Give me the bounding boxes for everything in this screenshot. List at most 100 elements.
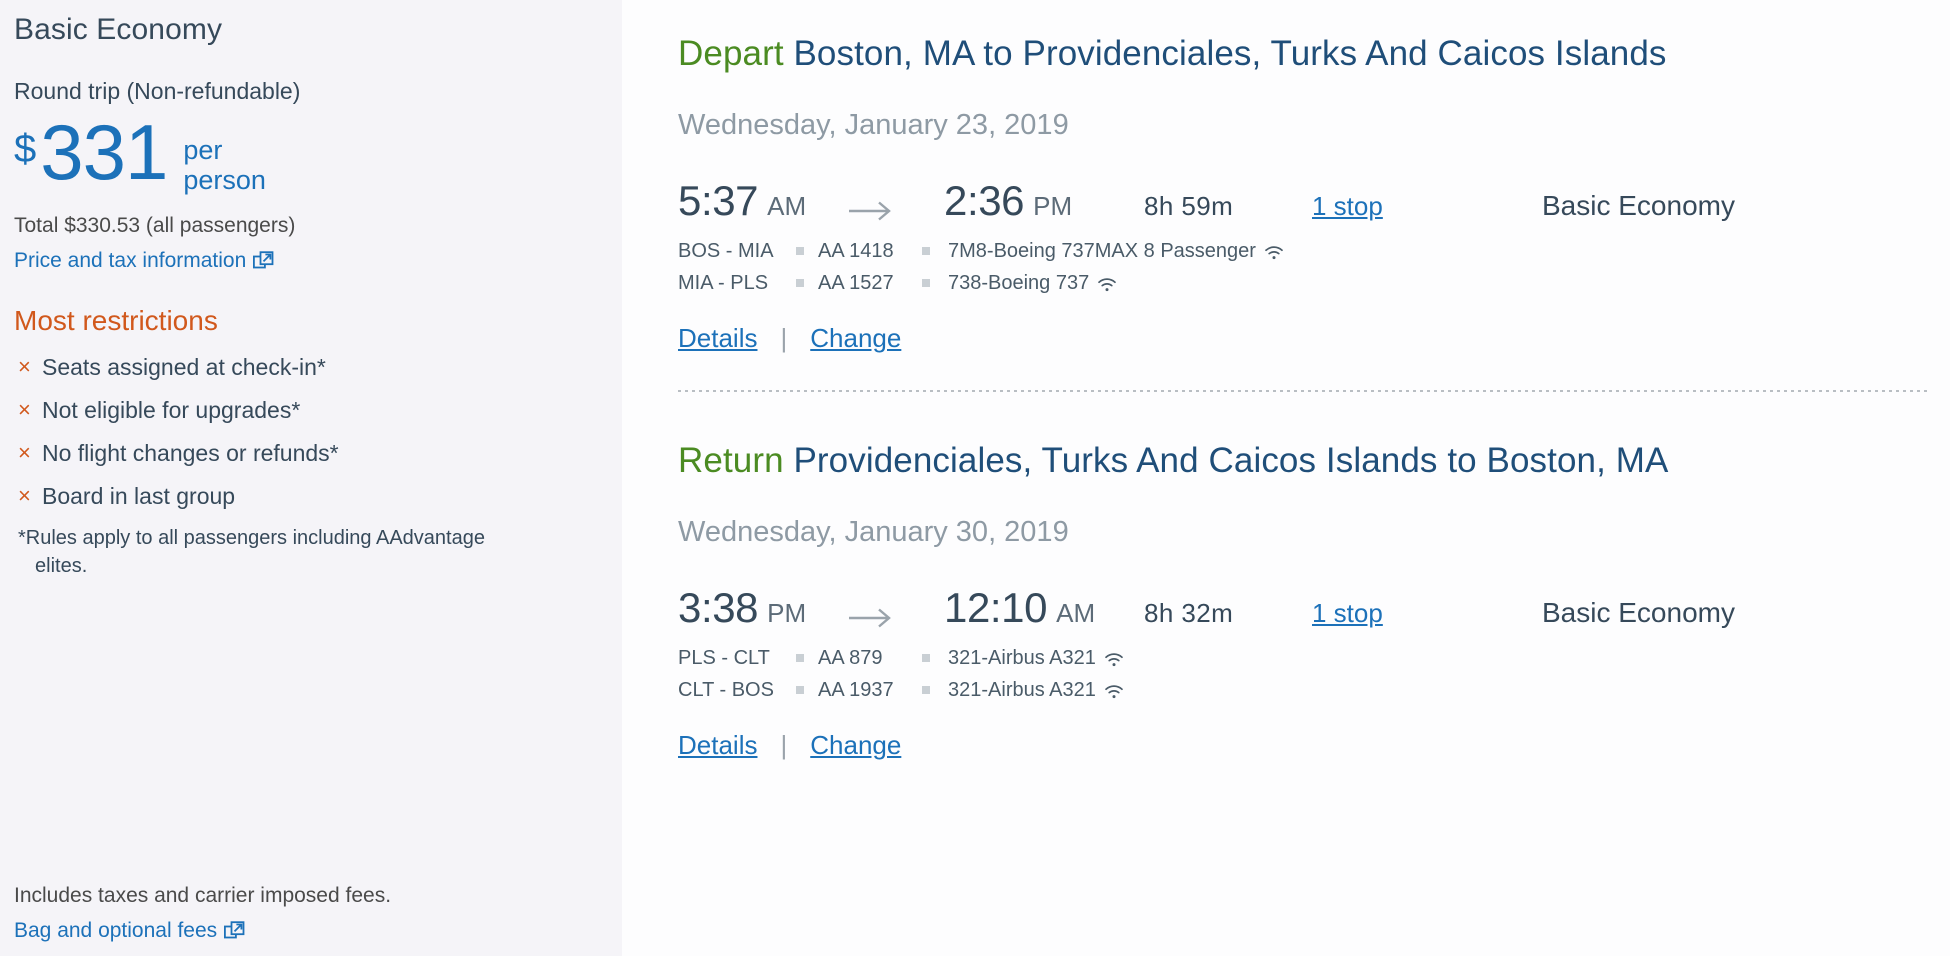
stops-cell: 1 stop <box>1312 191 1542 221</box>
arrival-time: 12:10 AM <box>944 585 1144 631</box>
price-unit: per person <box>183 111 266 195</box>
leg-date: Wednesday, January 30, 2019 <box>678 516 1069 549</box>
leg-direction: Return <box>678 441 784 481</box>
segment-route: MIA - PLS <box>678 272 769 295</box>
price-unit-line1: per <box>183 135 223 165</box>
taxes-included-note: Includes taxes and carrier imposed fees. <box>14 884 392 907</box>
segment-equipment: 321-Airbus A321 <box>948 679 1096 702</box>
change-link[interactable]: Change <box>810 322 901 354</box>
wifi-icon <box>1104 685 1124 700</box>
stops-cell: 1 stop <box>1312 598 1542 628</box>
action-divider: | <box>780 730 788 761</box>
flight-duration: 8h 32m <box>1144 598 1234 629</box>
departure-time: 3:38 PM <box>678 584 806 632</box>
arrival-time-value: 2:36 <box>944 177 1025 225</box>
trip-type: Round trip (Non-refundable) <box>14 78 301 104</box>
segment-row: CLT - BOS AA 1937 321-Airbus A321 <box>678 675 1930 705</box>
segment-row: MIA - PLS AA 1527 738-Boeing 737 <box>678 268 1930 298</box>
leg-direction: Depart <box>678 34 784 74</box>
restriction-item: × Not eligible for upgrades* <box>14 396 608 424</box>
currency-symbol: $ <box>14 127 37 171</box>
itinerary-leg-return: Return Providenciales, Turks And Caicos … <box>678 436 1930 761</box>
x-mark-icon: × <box>18 397 31 422</box>
fare-name: Basic Economy <box>14 13 223 46</box>
leg-summary-row: 3:38 PM 12:10 AM 8h 32m 1 stop Basic Eco… <box>678 585 1930 631</box>
segment-flight-number: AA 1418 <box>818 240 894 263</box>
restriction-item: × Seats assigned at check-in* <box>14 353 608 381</box>
bag-and-optional-fees-label: Bag and optional fees <box>14 919 218 942</box>
restriction-label: Not eligible for upgrades* <box>42 397 301 423</box>
restriction-label: Board in last group <box>42 483 236 509</box>
x-mark-icon: × <box>18 354 31 379</box>
arrival-time-value: 12:10 <box>944 584 1048 632</box>
restrictions-footnote-line1: *Rules apply to all passengers including… <box>18 527 485 549</box>
price-and-tax-information-link[interactable]: Price and tax information <box>14 248 274 274</box>
segment-equipment: 738-Boeing 737 <box>948 272 1090 295</box>
flight-summary-page: Basic Economy Round trip (Non-refundable… <box>0 0 1950 956</box>
wifi-icon <box>1097 277 1117 293</box>
segment-equipment: 7M8-Boeing 737MAX 8 Passenger <box>948 240 1256 263</box>
segment-separator <box>796 686 804 695</box>
itinerary-panel: Depart Boston, MA to Providenciales, Tur… <box>622 0 1950 956</box>
leg-summary-row: 5:37 AM 2:36 PM 8h 59m 1 stop Basic Econ… <box>678 178 1930 224</box>
wifi-icon <box>1104 653 1124 668</box>
restriction-item: × Board in last group <box>14 482 608 510</box>
segment-separator <box>796 279 804 288</box>
x-mark-icon: × <box>18 440 31 465</box>
action-divider: | <box>780 323 788 354</box>
segment-separator <box>922 279 930 288</box>
price-unit-line2: person <box>183 165 266 195</box>
leg-route: Providenciales, Turks And Caicos Islands… <box>783 441 1669 481</box>
segment-separator <box>922 686 930 695</box>
external-link-icon <box>224 920 245 942</box>
restrictions-title: Most restrictions <box>14 305 218 336</box>
segment-separator <box>922 247 930 256</box>
details-link[interactable]: Details <box>678 729 757 761</box>
cabin-class: Basic Economy <box>1542 190 1735 222</box>
segment-flight-number: AA 1937 <box>818 679 894 702</box>
leg-route: Boston, MA to Providenciales, Turks And … <box>783 34 1667 74</box>
departure-time: 5:37 AM <box>678 178 806 224</box>
leg-date: Wednesday, January 23, 2019 <box>678 109 1069 142</box>
total-price-line: Total $330.53 (all passengers) <box>14 214 296 237</box>
restriction-item: × No flight changes or refunds* <box>14 439 608 467</box>
x-mark-icon: × <box>18 483 31 508</box>
segment-row: BOS - MIA AA 1418 7M8-Boeing 737MAX 8 Pa… <box>678 236 1930 266</box>
stops-link[interactable]: 1 stop <box>1312 598 1383 628</box>
leg-divider <box>678 390 1930 393</box>
restrictions-footnote-line2: elites. <box>35 555 88 577</box>
arrival-time: 2:36 PM <box>944 178 1144 224</box>
segment-flight-number: AA 879 <box>818 647 883 670</box>
fare-sidebar: Basic Economy Round trip (Non-refundable… <box>0 0 622 956</box>
details-link[interactable]: Details <box>678 322 757 354</box>
wifi-icon <box>1264 245 1284 261</box>
arrow-right-icon <box>798 607 944 629</box>
bag-and-optional-fees-link[interactable]: Bag and optional fees <box>14 918 245 944</box>
segment-flight-number: AA 1527 <box>818 272 894 295</box>
segment-route: PLS - CLT <box>678 647 770 670</box>
segment-separator <box>796 247 804 256</box>
leg-actions: Details | Change <box>678 322 1930 354</box>
restrictions-footnote: *Rules apply to all passengers including… <box>14 524 488 580</box>
segment-equipment: 321-Airbus A321 <box>948 647 1096 670</box>
itinerary-leg-depart: Depart Boston, MA to Providenciales, Tur… <box>678 29 1930 393</box>
cabin-class: Basic Economy <box>1542 597 1735 629</box>
segment-separator <box>796 654 804 663</box>
restrictions-list: × Seats assigned at check-in* × Not elig… <box>14 353 608 510</box>
segment-row: PLS - CLT AA 879 321-Airbus A321 <box>678 643 1930 673</box>
change-link[interactable]: Change <box>810 729 901 761</box>
leg-title: Depart Boston, MA to Providenciales, Tur… <box>678 29 1930 78</box>
external-link-icon <box>253 250 274 272</box>
departure-time-value: 3:38 <box>678 584 759 632</box>
segment-list: BOS - MIA AA 1418 7M8-Boeing 737MAX 8 Pa… <box>678 236 1930 298</box>
arrow-right-icon <box>798 200 944 222</box>
segment-separator <box>922 654 930 663</box>
price-block: $ 331 per person <box>14 111 608 195</box>
stops-link[interactable]: 1 stop <box>1312 191 1383 221</box>
price-amount: 331 <box>40 108 168 196</box>
leg-title: Return Providenciales, Turks And Caicos … <box>678 436 1930 485</box>
arrival-time-meridiem: PM <box>1033 191 1073 222</box>
sidebar-footer: Includes taxes and carrier imposed fees.… <box>14 883 391 944</box>
segment-route: CLT - BOS <box>678 679 774 702</box>
restriction-label: No flight changes or refunds* <box>42 440 339 466</box>
